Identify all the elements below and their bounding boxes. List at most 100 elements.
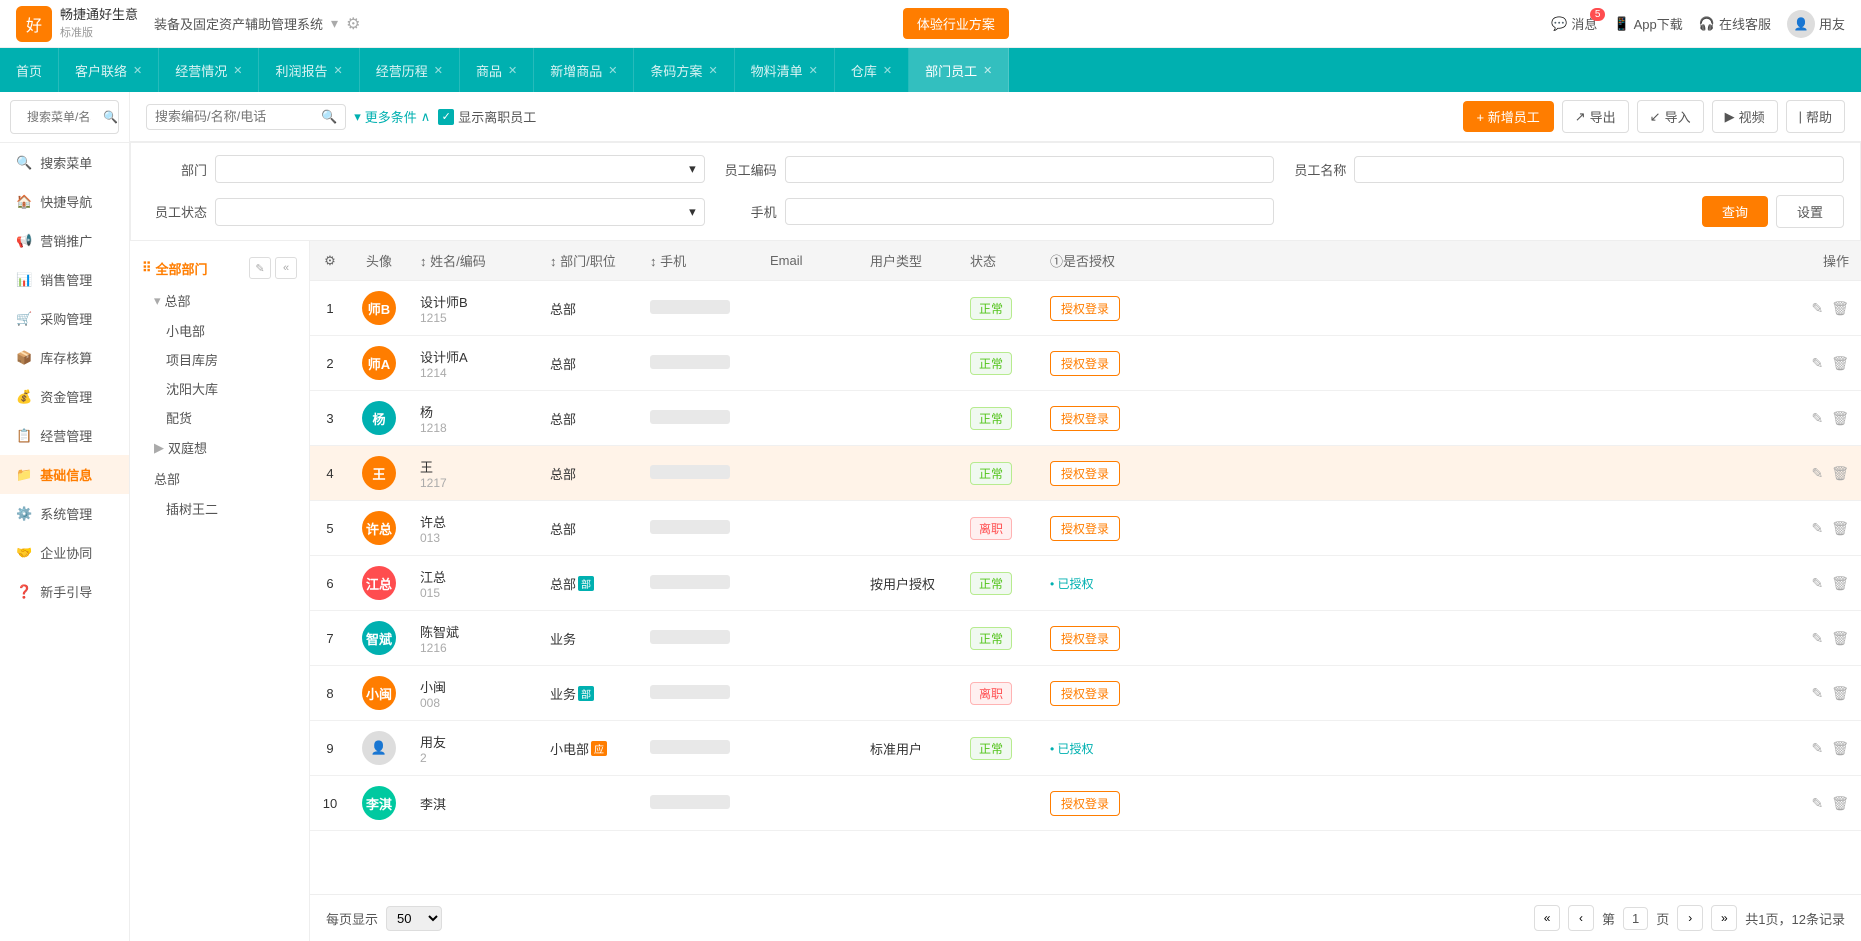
trial-btn[interactable]: 体验行业方案 xyxy=(903,8,1009,39)
auth-login-btn[interactable]: 授权登录 xyxy=(1050,681,1120,706)
dept-edit-icon[interactable]: ✎ xyxy=(249,257,271,279)
sidebar-item-collab[interactable]: 🤝企业协同 xyxy=(0,533,129,572)
tab-home[interactable]: 首页 xyxy=(0,48,59,92)
user-btn[interactable]: 👤 用友 xyxy=(1787,10,1845,38)
employee-search-input[interactable] xyxy=(155,109,315,124)
th-dept[interactable]: ↕ 部门/职位 xyxy=(538,241,638,281)
tab-warehouse-close[interactable]: ✕ xyxy=(883,64,892,77)
auth-login-btn[interactable]: 授权登录 xyxy=(1050,296,1120,321)
auth-login-btn[interactable]: 授权登录 xyxy=(1050,406,1120,431)
tab-warehouse[interactable]: 仓库✕ xyxy=(835,48,909,92)
more-filters-btn[interactable]: ▾ 更多条件 ∧ xyxy=(354,107,430,126)
row-auth[interactable]: 授权登录 xyxy=(1038,446,1158,501)
emp-name-input[interactable] xyxy=(1354,156,1844,183)
delete-icon[interactable]: 🗑 xyxy=(1831,355,1849,371)
th-name[interactable]: ↕ 姓名/编码 xyxy=(408,241,538,281)
row-auth[interactable]: 授权登录 xyxy=(1038,391,1158,446)
online-service-btn[interactable]: 🎧 在线客服 xyxy=(1699,14,1771,33)
sidebar-search-input[interactable] xyxy=(19,105,99,129)
delete-icon[interactable]: 🗑 xyxy=(1831,520,1849,536)
tab-customer-close[interactable]: ✕ xyxy=(133,64,142,77)
edit-icon[interactable]: ✎ xyxy=(1811,575,1823,591)
edit-icon[interactable]: ✎ xyxy=(1811,630,1823,646)
tab-history[interactable]: 经营历程✕ xyxy=(360,48,460,92)
th-phone[interactable]: ↕ 手机 xyxy=(638,241,758,281)
export-btn[interactable]: ↗ 导出 xyxy=(1562,100,1629,133)
delete-icon[interactable]: 🗑 xyxy=(1831,575,1849,591)
row-auth[interactable]: 授权登录 xyxy=(1038,611,1158,666)
sidebar-item-inventory[interactable]: 📦库存核算 xyxy=(0,338,129,377)
prev-page-btn[interactable]: ‹ xyxy=(1568,905,1594,931)
first-page-btn[interactable]: « xyxy=(1534,905,1560,931)
delete-icon[interactable]: 🗑 xyxy=(1831,740,1849,756)
sidebar-item-basic[interactable]: 📁基础信息 xyxy=(0,455,129,494)
sidebar-item-guide[interactable]: ❓新手引导 xyxy=(0,572,129,611)
edit-icon[interactable]: ✎ xyxy=(1811,465,1823,481)
tab-employee-close[interactable]: ✕ xyxy=(983,64,992,77)
tab-profit[interactable]: 利润报告✕ xyxy=(259,48,359,92)
next-page-btn[interactable]: › xyxy=(1677,905,1703,931)
tab-new-goods-close[interactable]: ✕ xyxy=(608,64,617,77)
dept-item-zongbu-parent[interactable]: ▾ 总部 xyxy=(130,285,309,316)
sidebar-item-management[interactable]: 📋经营管理 xyxy=(0,416,129,455)
dept-subitem-xiaodiandu[interactable]: 小电部 xyxy=(130,316,309,345)
row-auth[interactable]: 授权登录 xyxy=(1038,776,1158,831)
app-download-btn[interactable]: 📱 App下载 xyxy=(1613,14,1682,33)
sidebar-item-finance[interactable]: 💰资金管理 xyxy=(0,377,129,416)
edit-icon[interactable]: ✎ xyxy=(1811,740,1823,756)
tab-material[interactable]: 物料清单✕ xyxy=(735,48,835,92)
edit-icon[interactable]: ✎ xyxy=(1811,795,1823,811)
emp-status-select[interactable]: ▾ xyxy=(215,198,705,226)
query-btn[interactable]: 查询 xyxy=(1702,196,1768,227)
help-btn[interactable]: | 帮助 xyxy=(1786,100,1845,133)
edit-icon[interactable]: ✎ xyxy=(1811,300,1823,316)
show-archived-toggle[interactable]: ✓ 显示离职员工 xyxy=(438,107,536,126)
tab-material-close[interactable]: ✕ xyxy=(809,64,818,77)
auth-login-btn[interactable]: 授权登录 xyxy=(1050,516,1120,541)
settings-btn[interactable]: ⚙ xyxy=(346,14,360,34)
delete-icon[interactable]: 🗑 xyxy=(1831,630,1849,646)
row-auth[interactable]: 授权登录 xyxy=(1038,336,1158,391)
delete-icon[interactable]: 🗑 xyxy=(1831,410,1849,426)
tab-profit-close[interactable]: ✕ xyxy=(334,64,343,77)
last-page-btn[interactable]: » xyxy=(1711,905,1737,931)
sidebar-item-nav[interactable]: 🏠快捷导航 xyxy=(0,182,129,221)
delete-icon[interactable]: 🗑 xyxy=(1831,795,1849,811)
message-btn[interactable]: 💬 消息 5 xyxy=(1551,14,1597,33)
sidebar-item-marketing[interactable]: 📢营销推广 xyxy=(0,221,129,260)
edit-icon[interactable]: ✎ xyxy=(1811,685,1823,701)
tab-operation[interactable]: 经营情况✕ xyxy=(159,48,259,92)
edit-icon[interactable]: ✎ xyxy=(1811,355,1823,371)
dept-item-shuangting[interactable]: ▶ 双庭想 xyxy=(130,432,309,463)
phone-input[interactable] xyxy=(785,198,1275,225)
row-auth[interactable]: 授权登录 xyxy=(1038,666,1158,721)
tab-goods-close[interactable]: ✕ xyxy=(508,64,517,77)
tab-new-goods[interactable]: 新增商品✕ xyxy=(534,48,634,92)
tab-operation-close[interactable]: ✕ xyxy=(233,64,242,77)
sidebar-item-sales[interactable]: 📊销售管理 xyxy=(0,260,129,299)
edit-icon[interactable]: ✎ xyxy=(1811,410,1823,426)
auth-login-btn[interactable]: 授权登录 xyxy=(1050,351,1120,376)
reset-btn[interactable]: 设置 xyxy=(1776,195,1844,228)
tab-goods[interactable]: 商品✕ xyxy=(460,48,534,92)
sidebar-item-search[interactable]: 🔍搜索菜单 xyxy=(0,143,129,182)
dept-item-zongbu[interactable]: 总部 xyxy=(130,463,309,494)
tab-barcode[interactable]: 条码方案✕ xyxy=(634,48,734,92)
dept-subitem-shenyang[interactable]: 沈阳大库 xyxy=(130,374,309,403)
sidebar-item-system[interactable]: ⚙️系统管理 xyxy=(0,494,129,533)
th-settings[interactable]: ⚙ xyxy=(310,241,350,281)
dept-subitem-peihuo[interactable]: 配货 xyxy=(130,403,309,432)
auth-login-btn[interactable]: 授权登录 xyxy=(1050,791,1120,816)
tab-employee[interactable]: 部门员工✕ xyxy=(909,48,1009,92)
row-auth[interactable]: 授权登录 xyxy=(1038,501,1158,556)
import-btn[interactable]: ↙ 导入 xyxy=(1637,100,1704,133)
view-btn[interactable]: ▶ 视频 xyxy=(1712,100,1778,133)
auth-login-btn[interactable]: 授权登录 xyxy=(1050,626,1120,651)
dept-filter-select[interactable]: ▾ xyxy=(215,155,705,183)
dept-collapse-icon[interactable]: « xyxy=(275,257,297,279)
dept-subitem-project[interactable]: 项目库房 xyxy=(130,345,309,374)
emp-code-input[interactable] xyxy=(785,156,1275,183)
tab-history-close[interactable]: ✕ xyxy=(434,64,443,77)
edit-icon[interactable]: ✎ xyxy=(1811,520,1823,536)
delete-icon[interactable]: 🗑 xyxy=(1831,685,1849,701)
